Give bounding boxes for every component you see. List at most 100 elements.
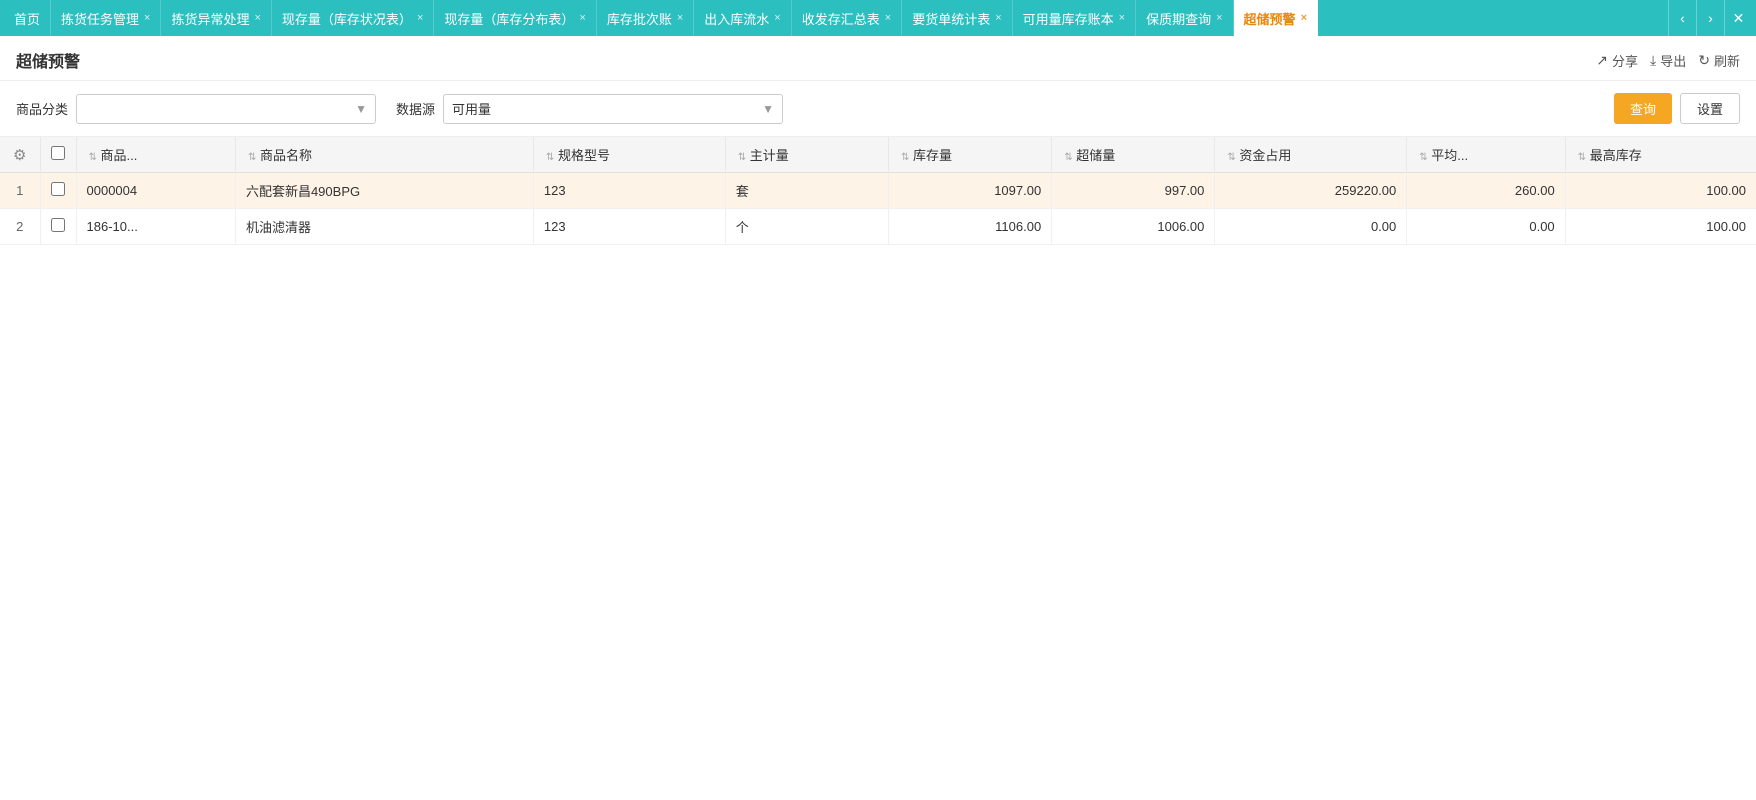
table-body: 1 0000004六配套新昌490BPG123套1097.00997.002592… <box>0 173 1756 245</box>
row-stock: 1097.00 <box>888 173 1051 209</box>
col-stock-header[interactable]: ⇅ 库存量 <box>888 137 1051 173</box>
table-wrapper: ⚙ ⇅ 商品... ⇅ 商品名称 ⇅ 规格型号 <box>0 137 1756 245</box>
refresh-action[interactable]: ↻ 刷新 <box>1698 51 1740 70</box>
share-action[interactable]: ↗ 分享 <box>1596 51 1638 70</box>
nav-prev-btn[interactable]: ‹ <box>1668 0 1696 36</box>
close-available-account[interactable]: × <box>1119 12 1125 24</box>
row-stock: 1106.00 <box>888 209 1051 245</box>
category-chevron-icon: ▼ <box>355 102 367 116</box>
row-code: 0000004 <box>76 173 235 209</box>
row-select-checkbox[interactable] <box>51 182 65 196</box>
query-button[interactable]: 查询 <box>1614 93 1672 124</box>
close-inventory-status[interactable]: × <box>417 12 423 24</box>
row-spec: 123 <box>533 209 725 245</box>
row-unit: 套 <box>725 173 888 209</box>
settings-button[interactable]: 设置 <box>1680 93 1740 124</box>
category-filter-group: 商品分类 ▼ <box>16 94 376 124</box>
sort-icon-code: ⇅ <box>89 152 97 163</box>
sort-icon-max: ⇅ <box>1578 152 1586 163</box>
col-unit-header[interactable]: ⇅ 主计量 <box>725 137 888 173</box>
page-title: 超储预警 <box>16 48 80 72</box>
topbar-right: ‹ › ✕ <box>1668 0 1752 36</box>
datasource-select-value: 可用量 <box>452 99 491 118</box>
row-avg: 0.00 <box>1407 209 1565 245</box>
nav-order-stats[interactable]: 要货单统计表 × <box>902 0 1012 36</box>
row-capital: 259220.00 <box>1215 173 1407 209</box>
data-table: ⚙ ⇅ 商品... ⇅ 商品名称 ⇅ 规格型号 <box>0 137 1756 245</box>
row-avg: 260.00 <box>1407 173 1565 209</box>
row-code: 186-10... <box>76 209 235 245</box>
nav-inout-flow[interactable]: 出入库流水 × <box>694 0 791 36</box>
nav-inventory-dist[interactable]: 现存量（库存分布表） × <box>434 0 596 36</box>
close-overstock-warning[interactable]: × <box>1301 12 1307 24</box>
category-select[interactable]: ▼ <box>76 94 376 124</box>
row-spec: 123 <box>533 173 725 209</box>
row-name: 六配套新昌490BPG <box>235 173 533 209</box>
nav-batch-account[interactable]: 库存批次账 × <box>597 0 694 36</box>
export-icon: ⤓ <box>1650 52 1656 69</box>
sort-icon-name: ⇅ <box>248 152 256 163</box>
datasource-chevron-icon: ▼ <box>762 102 774 116</box>
nav-inventory-status[interactable]: 现存量（库存状况表） × <box>272 0 434 36</box>
close-quality-check[interactable]: × <box>1216 12 1222 24</box>
row-unit: 个 <box>725 209 888 245</box>
row-num: 1 <box>0 173 40 209</box>
close-inout-flow[interactable]: × <box>774 12 780 24</box>
col-max-stock-header[interactable]: ⇅ 最高库存 <box>1565 137 1756 173</box>
table-row: 2186-10...机油滤清器123个1106.001006.000.000.0… <box>0 209 1756 245</box>
share-icon: ↗ <box>1596 52 1608 69</box>
row-overstock: 1006.00 <box>1052 209 1215 245</box>
sort-icon-capital: ⇅ <box>1227 152 1235 163</box>
nav-next-btn[interactable]: › <box>1696 0 1724 36</box>
col-gear: ⚙ <box>0 137 40 173</box>
row-checkbox-cell <box>40 209 76 245</box>
row-select-checkbox[interactable] <box>51 218 65 232</box>
col-spec-header[interactable]: ⇅ 规格型号 <box>533 137 725 173</box>
sort-icon-stock: ⇅ <box>901 152 909 163</box>
col-avg-header[interactable]: ⇅ 平均... <box>1407 137 1565 173</box>
close-collection-summary[interactable]: × <box>885 12 891 24</box>
page-content: 超储预警 ↗ 分享 ⤓ 导出 ↻ 刷新 商品分类 ▼ 数据源 <box>0 36 1756 800</box>
row-max_stock: 100.00 <box>1565 173 1756 209</box>
table-header-row: ⚙ ⇅ 商品... ⇅ 商品名称 ⇅ 规格型号 <box>0 137 1756 173</box>
nav-home[interactable]: 首页 <box>4 0 51 36</box>
export-action[interactable]: ⤓ 导出 <box>1650 51 1686 70</box>
sort-icon-spec: ⇅ <box>546 152 554 163</box>
filter-actions: 查询 设置 <box>1614 93 1740 124</box>
col-capital-header[interactable]: ⇅ 资金占用 <box>1215 137 1407 173</box>
col-name-header[interactable]: ⇅ 商品名称 <box>235 137 533 173</box>
close-inventory-dist[interactable]: × <box>579 12 585 24</box>
select-all-checkbox[interactable] <box>51 146 65 160</box>
nav-task-mgmt[interactable]: 拣货任务管理 × <box>51 0 161 36</box>
page-header: 超储预警 ↗ 分享 ⤓ 导出 ↻ 刷新 <box>0 36 1756 81</box>
nav-close-all-btn[interactable]: ✕ <box>1724 0 1752 36</box>
nav-available-account[interactable]: 可用量库存账本 × <box>1013 0 1136 36</box>
sort-icon-overstock: ⇅ <box>1064 152 1072 163</box>
close-task-mgmt[interactable]: × <box>144 12 150 24</box>
col-overstock-header[interactable]: ⇅ 超储量 <box>1052 137 1215 173</box>
category-label: 商品分类 <box>16 99 68 118</box>
row-name: 机油滤清器 <box>235 209 533 245</box>
close-order-stats[interactable]: × <box>995 12 1001 24</box>
nav-collection-summary[interactable]: 收发存汇总表 × <box>792 0 902 36</box>
table-row: 1 0000004六配套新昌490BPG123套1097.00997.002592… <box>0 173 1756 209</box>
header-actions: ↗ 分享 ⤓ 导出 ↻ 刷新 <box>1596 51 1740 70</box>
row-num: 2 <box>0 209 40 245</box>
close-abnormal[interactable]: × <box>254 12 260 24</box>
nav-quality-check[interactable]: 保质期查询 × <box>1136 0 1233 36</box>
table-gear-icon[interactable]: ⚙ <box>13 147 26 164</box>
row-max_stock: 100.00 <box>1565 209 1756 245</box>
sort-icon-unit: ⇅ <box>738 152 746 163</box>
refresh-icon: ↻ <box>1698 52 1710 69</box>
row-checkbox-cell <box>40 173 76 209</box>
row-overstock: 997.00 <box>1052 173 1215 209</box>
nav-abnormal[interactable]: 拣货异常处理 × <box>161 0 271 36</box>
nav-overstock-warning[interactable]: 超储预警 × <box>1234 0 1318 36</box>
datasource-select[interactable]: 可用量 ▼ <box>443 94 783 124</box>
close-batch-account[interactable]: × <box>677 12 683 24</box>
col-code-header[interactable]: ⇅ 商品... <box>76 137 235 173</box>
sort-icon-avg: ⇅ <box>1419 152 1427 163</box>
topbar: 首页 拣货任务管理 × 拣货异常处理 × 现存量（库存状况表） × 现存量（库存… <box>0 0 1756 36</box>
datasource-filter-group: 数据源 可用量 ▼ <box>396 94 783 124</box>
datasource-label: 数据源 <box>396 99 435 118</box>
